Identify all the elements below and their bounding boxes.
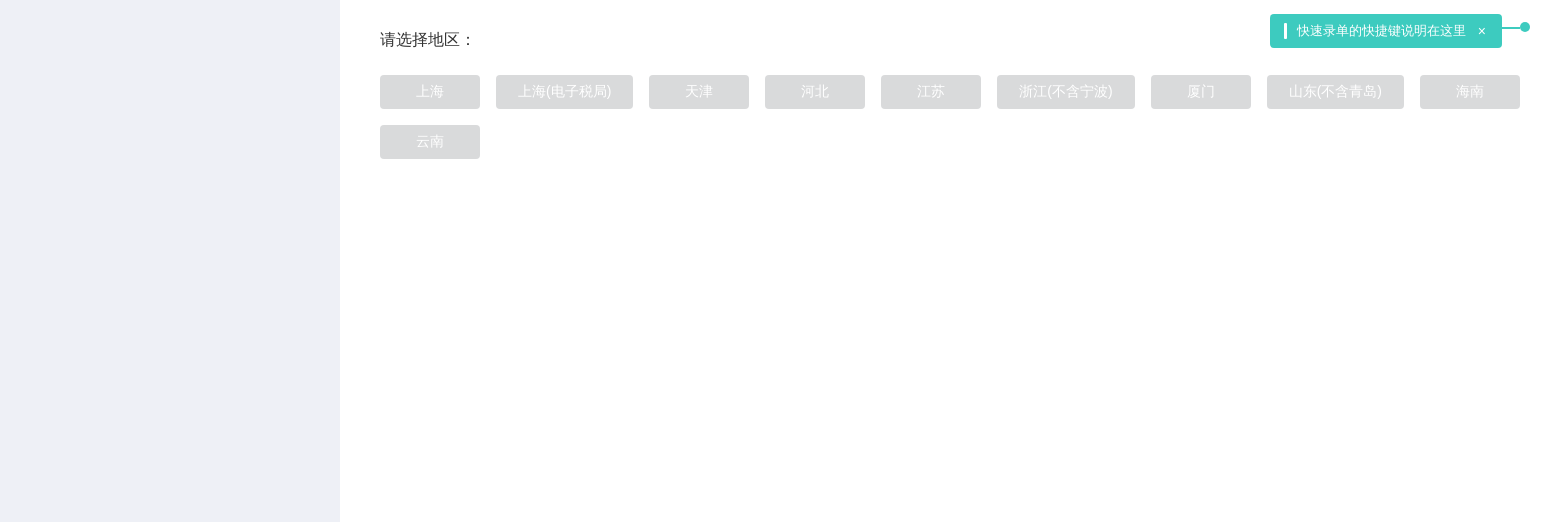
region-buttons-container: 上海上海(电子税局) 天津河北江苏浙江(不含宁波) 厦门山东(不含青岛) 海南云南 [380,75,1522,159]
connector-dot [1520,22,1530,32]
region-button-shandong[interactable]: 山东(不含青岛) [1267,75,1404,109]
tooltip-banner: 快速录单的快捷键说明在这里 × [1270,14,1502,48]
connector-line [1502,27,1520,29]
tooltip-close-button[interactable]: × [1476,24,1488,38]
region-button-hainan[interactable]: 海南 [1420,75,1520,109]
region-button-jiangsu[interactable]: 江苏 [881,75,981,109]
region-button-zhejiang[interactable]: 浙江(不含宁波) [997,75,1134,109]
tooltip-label: 快速录单的快捷键说明在这里 [1297,22,1466,40]
region-button-hebei[interactable]: 河北 [765,75,865,109]
main-content: 请选择地区： 上海上海(电子税局)天津河北江苏浙江(不含宁波)厦门山东(不含青岛… [340,0,1562,522]
sidebar [0,0,340,522]
region-button-yunnan[interactable]: 云南 [380,125,480,159]
tooltip-bar [1284,23,1287,39]
region-button-shanghai-etax[interactable]: 上海(电子税局) [496,75,633,109]
region-button-xiamen[interactable]: 厦门 [1151,75,1251,109]
region-button-shanghai[interactable]: 上海 [380,75,480,109]
region-button-tianjin[interactable]: 天津 [649,75,749,109]
